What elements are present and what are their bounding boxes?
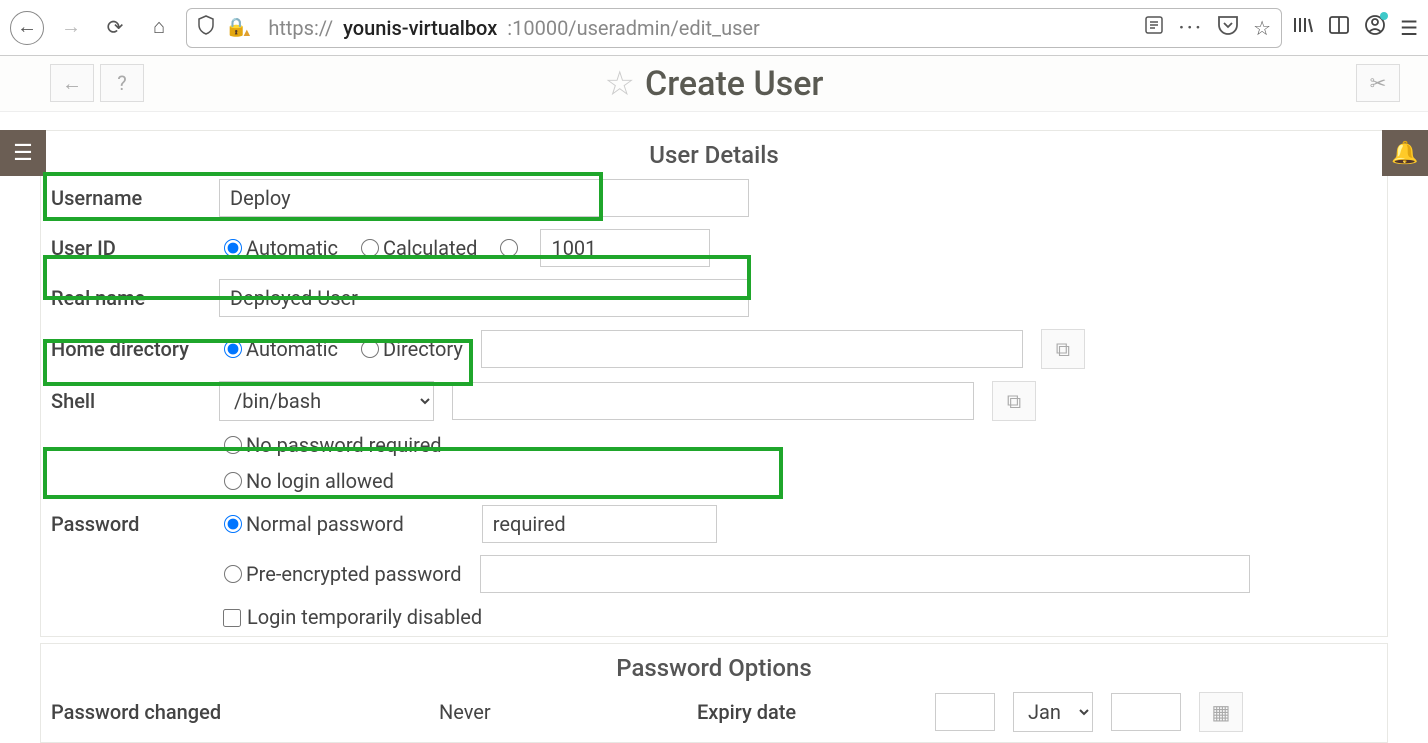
password-normal-option[interactable]: Normal password xyxy=(219,512,404,536)
password-options-panel: Password Options Password changed Never … xyxy=(40,643,1388,743)
realname-input[interactable] xyxy=(219,279,749,317)
realname-label: Real name xyxy=(41,273,211,323)
header-tool-button[interactable]: ✂ xyxy=(1356,64,1400,102)
header-help-button[interactable]: ? xyxy=(100,64,144,102)
login-temp-disabled-checkbox[interactable]: Login temporarily disabled xyxy=(219,605,482,629)
hamburger-menu-icon[interactable]: ☰ xyxy=(1400,16,1418,40)
shell-custom-input[interactable] xyxy=(452,382,974,420)
expiry-month-select[interactable]: Jan xyxy=(1013,692,1093,732)
forward-button[interactable]: → xyxy=(54,11,88,45)
password-nologin-option[interactable]: No login allowed xyxy=(219,469,394,493)
account-icon[interactable] xyxy=(1364,14,1386,41)
password-preenc-option[interactable]: Pre-encrypted password xyxy=(219,562,462,586)
url-bar[interactable]: 🔒▲ https:// younis-virtualbox :10000/usera… xyxy=(186,8,1282,48)
bookmark-star-icon[interactable]: ☆ xyxy=(1253,16,1271,40)
username-input[interactable] xyxy=(219,179,749,217)
password-none-option[interactable]: No password required xyxy=(219,433,442,457)
notifications-toggle[interactable]: 🔔 xyxy=(1382,130,1428,176)
homedir-automatic-option[interactable]: Automatic xyxy=(219,337,338,361)
url-actions: ··· ☆ xyxy=(1144,14,1271,42)
page-header: ← ? ☆ Create User ✂ xyxy=(0,56,1428,112)
userid-number-input[interactable] xyxy=(540,229,710,267)
password-changed-value: Never xyxy=(439,700,689,724)
expiry-year-input[interactable] xyxy=(1111,693,1181,731)
browser-right-icons: ☰ xyxy=(1292,14,1418,41)
user-details-heading: User Details xyxy=(41,131,1387,173)
reader-mode-icon[interactable] xyxy=(1144,15,1164,40)
home-button[interactable]: ⌂ xyxy=(142,11,176,45)
left-drawer-toggle[interactable]: ☰ xyxy=(0,130,46,176)
userid-manual-option[interactable] xyxy=(495,236,522,260)
expiry-date-label: Expiry date xyxy=(697,700,927,724)
homedir-input[interactable] xyxy=(481,330,1023,368)
page-title-wrap: ☆ Create User xyxy=(0,64,1428,104)
expiry-day-input[interactable] xyxy=(935,693,995,731)
url-scheme: https:// xyxy=(268,16,333,40)
favorite-star-icon[interactable]: ☆ xyxy=(605,64,635,104)
shell-browse-button[interactable]: ⧉ xyxy=(992,381,1036,421)
shield-icon xyxy=(197,15,215,40)
homedir-label: Home directory xyxy=(41,323,211,375)
expiry-calendar-button[interactable]: ▦ xyxy=(1199,692,1243,732)
more-icon[interactable]: ··· xyxy=(1178,14,1203,42)
back-button[interactable]: ← xyxy=(10,11,44,45)
password-label: Password xyxy=(41,499,211,549)
header-back-button[interactable]: ← xyxy=(50,64,94,102)
page-title: Create User xyxy=(645,64,823,104)
reload-button[interactable]: ⟳ xyxy=(98,11,132,45)
pocket-icon[interactable] xyxy=(1217,15,1239,40)
sidebar-icon[interactable] xyxy=(1328,15,1350,40)
username-label: Username xyxy=(41,173,211,223)
password-options-heading: Password Options xyxy=(41,644,1387,686)
userid-automatic-option[interactable]: Automatic xyxy=(219,236,338,260)
user-details-panel: User Details Username User ID Automatic … xyxy=(40,130,1388,637)
userid-label: User ID xyxy=(41,223,211,273)
homedir-browse-button[interactable]: ⧉ xyxy=(1041,329,1085,369)
url-path: :10000/useradmin/edit_user xyxy=(507,16,760,40)
shell-label: Shell xyxy=(41,375,211,427)
shell-select[interactable]: /bin/bash xyxy=(219,381,434,421)
browser-toolbar: ← → ⟳ ⌂ 🔒▲ https:// younis-virtualbox :100… xyxy=(0,0,1428,56)
homedir-directory-option[interactable]: Directory xyxy=(356,337,463,361)
library-icon[interactable] xyxy=(1292,15,1314,40)
userid-calculated-option[interactable]: Calculated xyxy=(356,236,477,260)
lock-warning-icon: 🔒▲ xyxy=(225,17,258,38)
password-preenc-input[interactable] xyxy=(480,555,1250,593)
url-host: younis-virtualbox xyxy=(343,16,497,40)
password-changed-label: Password changed xyxy=(51,700,431,724)
password-normal-input[interactable] xyxy=(482,505,717,543)
